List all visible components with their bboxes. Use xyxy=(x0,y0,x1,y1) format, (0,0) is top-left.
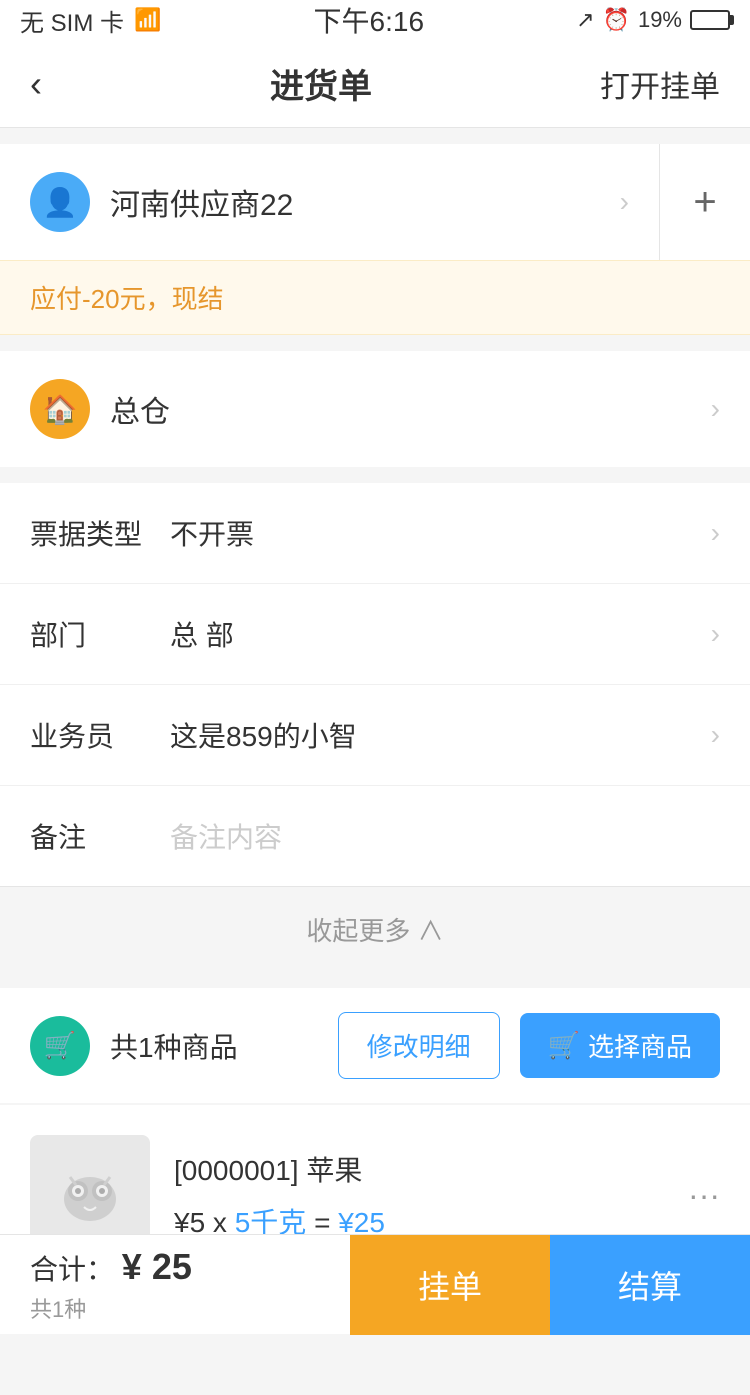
sales-value: 这是859的小智 xyxy=(170,715,711,755)
sales-row[interactable]: 业务员 这是859的小智 › xyxy=(0,685,750,786)
carrier-text: 无 SIM 卡 xyxy=(20,3,124,38)
collapse-button[interactable]: 收起更多 ∧ xyxy=(0,886,750,972)
remark-row[interactable]: 备注 备注内容 xyxy=(0,786,750,886)
remark-label: 备注 xyxy=(30,816,170,856)
product-code: [0000001] xyxy=(174,1155,306,1186)
alarm-icon: ⏰ xyxy=(603,7,630,33)
product-title: 苹果 xyxy=(306,1155,362,1186)
nav-bar: ‹ 进货单 打开挂单 xyxy=(0,40,750,128)
product-more-button[interactable]: ··· xyxy=(688,1177,720,1214)
invoice-label: 票据类型 xyxy=(30,513,170,553)
invoice-row[interactable]: 票据类型 不开票 › xyxy=(0,483,750,584)
add-supplier-button[interactable]: + xyxy=(660,144,750,260)
product-count: 共1种商品 xyxy=(110,1026,318,1066)
hold-button[interactable]: 挂单 xyxy=(350,1235,550,1335)
select-product-label: 选择商品 xyxy=(588,1027,692,1064)
supplier-selector[interactable]: 👤 河南供应商22 › xyxy=(0,144,660,260)
checkout-button[interactable]: 结算 xyxy=(550,1235,750,1335)
total-amount: ¥ 25 xyxy=(122,1246,192,1287)
total-sub: 共1种 xyxy=(30,1292,320,1324)
location-icon: ↗ xyxy=(576,7,594,33)
supplier-section: 👤 河南供应商22 › + xyxy=(0,144,750,260)
dept-value: 总 部 xyxy=(170,614,711,654)
product-thumb-owl-icon xyxy=(50,1155,130,1235)
warehouse-section: 🏠 总仓 › xyxy=(0,351,750,467)
product-header: 🛒 共1种商品 修改明细 🛒 选择商品 xyxy=(0,988,750,1103)
supplier-avatar: 👤 xyxy=(30,172,90,232)
dept-label: 部门 xyxy=(30,614,170,654)
bottom-bar: 合计： ¥ 25 共1种 挂单 结算 xyxy=(0,1234,750,1334)
warehouse-chevron-icon: › xyxy=(711,393,720,425)
sales-chevron-icon: › xyxy=(711,719,720,751)
status-left: 无 SIM 卡 📶 xyxy=(20,3,161,38)
edit-detail-button[interactable]: 修改明细 xyxy=(338,1012,500,1079)
dept-row[interactable]: 部门 总 部 › xyxy=(0,584,750,685)
form-section: 票据类型 不开票 › 部门 总 部 › 业务员 这是859的小智 › 备注 备注… xyxy=(0,483,750,886)
status-bar: 无 SIM 卡 📶 下午6:16 ↗ ⏰ 19% xyxy=(0,0,750,40)
dept-chevron-icon: › xyxy=(711,618,720,650)
battery-icon xyxy=(690,10,730,30)
notice-text: 应付-20元，现结 xyxy=(30,284,224,314)
total-main: 合计： ¥ 25 xyxy=(30,1246,320,1288)
battery-text: 19% xyxy=(638,7,682,33)
remark-input[interactable]: 备注内容 xyxy=(170,816,720,856)
page-title: 进货单 xyxy=(270,59,372,108)
collapse-label: 收起更多 ∧ xyxy=(306,916,443,946)
total-area: 合计： ¥ 25 共1种 xyxy=(0,1246,350,1324)
warehouse-name: 总仓 xyxy=(110,387,711,431)
status-time: 下午6:16 xyxy=(314,0,425,40)
warehouse-icon: 🏠 xyxy=(30,379,90,439)
total-label: 合计： xyxy=(30,1254,114,1285)
supplier-name: 河南供应商22 xyxy=(110,180,620,224)
notice-bar: 应付-20元，现结 xyxy=(0,260,750,335)
product-name: [0000001] 苹果 xyxy=(174,1149,664,1189)
supplier-chevron-icon: › xyxy=(620,186,629,218)
warehouse-row[interactable]: 🏠 总仓 › xyxy=(0,351,750,467)
invoice-chevron-icon: › xyxy=(711,517,720,549)
open-hold-button[interactable]: 打开挂单 xyxy=(600,62,720,106)
invoice-value: 不开票 xyxy=(170,513,711,553)
back-button[interactable]: ‹ xyxy=(30,63,42,105)
avatar-icon: 👤 xyxy=(43,186,78,219)
product-info: [0000001] 苹果 ¥5 x 5千克 = ¥25 xyxy=(174,1149,664,1241)
wifi-icon: 📶 xyxy=(134,7,161,33)
status-right: ↗ ⏰ 19% xyxy=(576,7,730,33)
select-product-button[interactable]: 🛒 选择商品 xyxy=(520,1013,720,1078)
cart-icon: 🛒 xyxy=(548,1030,580,1061)
sales-label: 业务员 xyxy=(30,715,170,755)
product-bag-icon: 🛒 xyxy=(30,1016,90,1076)
